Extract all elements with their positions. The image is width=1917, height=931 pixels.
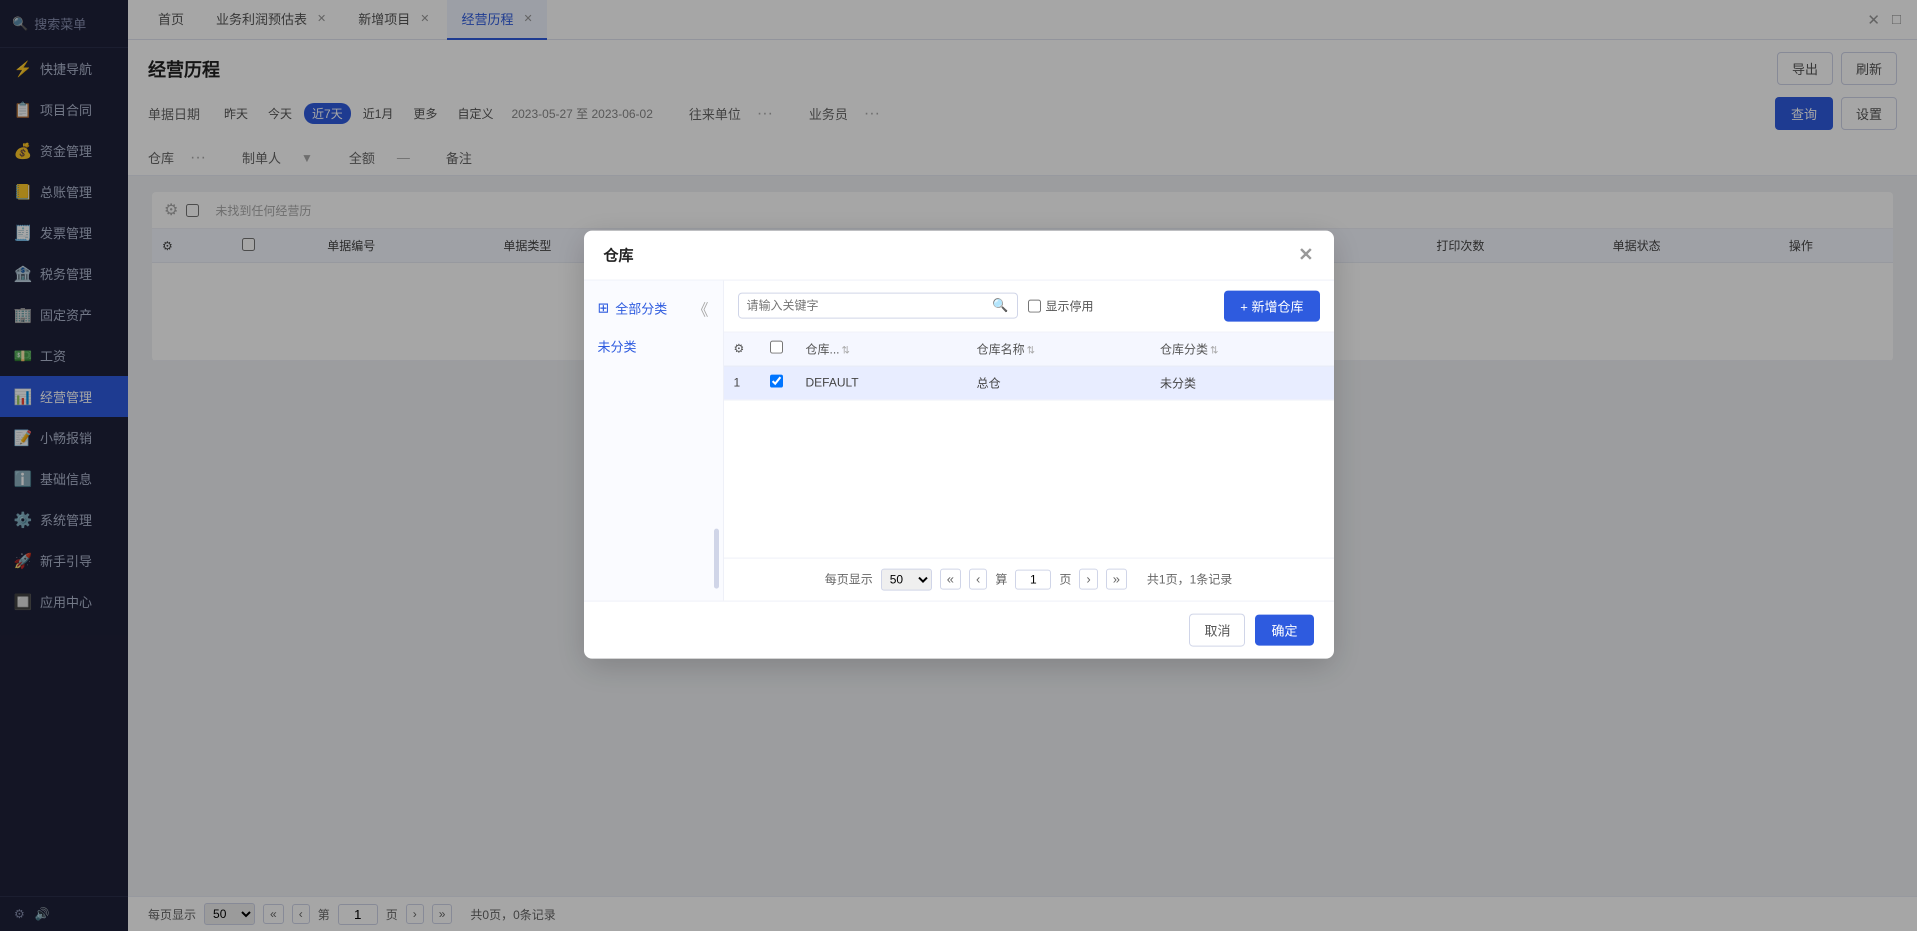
modal-th-settings: ⚙	[724, 332, 760, 366]
modal-th-name[interactable]: 仓库名称⇅	[967, 332, 1150, 366]
left-scrollbar[interactable]	[714, 528, 719, 588]
row-index: 1	[724, 366, 760, 400]
all-category-label: 全部分类	[615, 299, 667, 318]
modal-first-btn[interactable]: «	[940, 569, 961, 590]
row-category: 未分类	[1150, 366, 1333, 400]
modal-page-input[interactable]	[1015, 569, 1051, 589]
modal-header: 仓库 ✕	[584, 230, 1334, 280]
modal-th-checkbox	[760, 332, 796, 366]
modal-title: 仓库	[604, 244, 634, 265]
show-disabled-checkbox-label[interactable]: 显示停用	[1028, 297, 1094, 314]
warehouse-modal: 仓库 ✕ ⊞ 全部分类 《 未分类 🔍	[584, 230, 1334, 658]
modal-per-page-select[interactable]: 50 100	[881, 568, 932, 590]
modal-prev-btn[interactable]: ‹	[969, 569, 987, 590]
modal-select-all[interactable]	[770, 341, 783, 354]
modal-last-btn[interactable]: »	[1106, 569, 1127, 590]
row-checkbox-cell	[760, 366, 796, 400]
modal-th-category[interactable]: 仓库分类⇅	[1150, 332, 1333, 366]
modal-close-button[interactable]: ✕	[1298, 244, 1313, 265]
modal-search-box: 🔍	[738, 293, 1018, 319]
row-checkbox[interactable]	[770, 375, 783, 388]
collapse-button[interactable]: 《	[692, 296, 708, 320]
warehouse-table: ⚙ 仓库...⇅ 仓库名称⇅	[724, 332, 1334, 400]
add-warehouse-button[interactable]: + 新增仓库	[1224, 290, 1319, 321]
show-disabled-checkbox[interactable]	[1028, 299, 1041, 312]
table-row[interactable]: 1 DEFAULT 总仓 未分类	[724, 366, 1334, 400]
cancel-button[interactable]: 取消	[1189, 613, 1245, 646]
uncategorized-label: 未分类	[598, 339, 637, 354]
modal-body: ⊞ 全部分类 《 未分类 🔍 显示停用	[584, 280, 1334, 600]
uncategorized-item[interactable]: 未分类	[584, 328, 723, 363]
search-icon: 🔍	[992, 298, 1008, 314]
row-name: 总仓	[967, 366, 1150, 400]
modal-pagination: 每页显示 50 100 « ‹ 算 页 › » 共1页，1条记录	[724, 557, 1334, 600]
modal-right-panel: 🔍 显示停用 + 新增仓库 ⚙	[724, 280, 1334, 600]
confirm-button[interactable]: 确定	[1255, 614, 1313, 645]
modal-toolbar: 🔍 显示停用 + 新增仓库	[724, 280, 1334, 332]
modal-th-settings-icon[interactable]: ⚙	[734, 342, 745, 356]
modal-per-page-label: 每页显示	[825, 571, 873, 588]
modal-next-btn[interactable]: ›	[1079, 569, 1097, 590]
modal-search-input[interactable]	[747, 299, 987, 313]
modal-calc-label: 算	[995, 571, 1007, 588]
modal-footer: 取消 确定	[584, 600, 1334, 658]
all-category-row[interactable]: ⊞ 全部分类 《	[584, 288, 723, 328]
modal-table: ⚙ 仓库...⇅ 仓库名称⇅	[724, 332, 1334, 557]
modal-page-suffix: 页	[1059, 571, 1071, 588]
row-code: DEFAULT	[796, 366, 967, 400]
modal-left-panel: ⊞ 全部分类 《 未分类	[584, 280, 724, 600]
modal-th-code[interactable]: 仓库...⇅	[796, 332, 967, 366]
show-disabled-label: 显示停用	[1046, 297, 1094, 314]
modal-total-info: 共1页，1条记录	[1147, 571, 1232, 588]
grid-icon: ⊞	[598, 300, 610, 317]
